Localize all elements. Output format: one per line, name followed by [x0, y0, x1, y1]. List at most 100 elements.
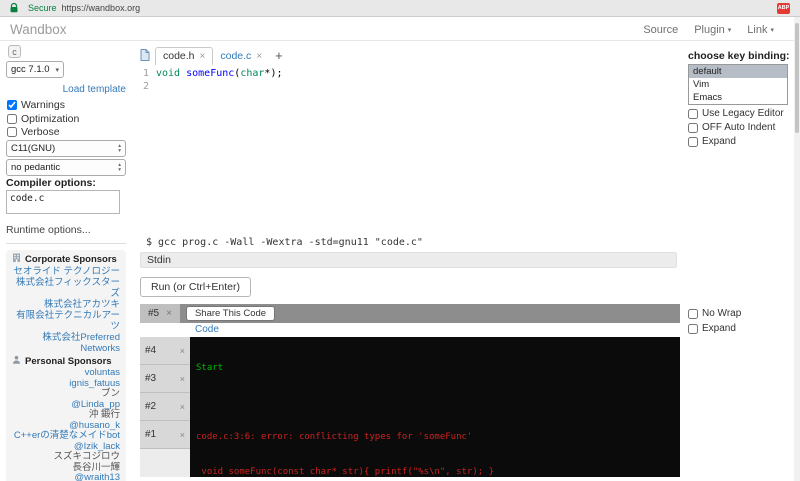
caret-down-icon: ▾	[55, 66, 59, 74]
close-icon[interactable]: ×	[166, 308, 172, 319]
sponsor-link[interactable]: 有限会社テクニカルアーツ	[12, 310, 120, 332]
language-badge: c	[8, 45, 21, 58]
result-tab-current[interactable]: #5 ×	[140, 304, 180, 323]
sponsor-link[interactable]: @wraith13	[12, 473, 120, 481]
select-arrows-icon: ▴▾	[118, 144, 121, 153]
keybinding-label: choose key binding:	[688, 50, 790, 62]
pedantic-select[interactable]: no pedantic ▴▾	[6, 159, 126, 176]
no-wrap-checkbox[interactable]	[688, 309, 698, 319]
sponsor-link[interactable]: voluntas	[12, 368, 120, 379]
keybinding-listbox[interactable]: default Vim Emacs	[688, 64, 788, 105]
person-icon	[12, 355, 21, 367]
building-icon	[12, 253, 21, 265]
optimization-checkbox[interactable]	[7, 114, 17, 124]
compiler-options-input[interactable]: code.c	[6, 190, 120, 214]
file-icon	[140, 49, 150, 61]
close-icon[interactable]: ×	[180, 430, 185, 440]
caret-down-icon: ▾	[728, 26, 732, 34]
code-line: 1 void someFunc(char*);	[140, 67, 680, 80]
page-scrollbar[interactable]	[794, 17, 800, 481]
compiler-select[interactable]: gcc 7.1.0 ▾	[6, 61, 64, 78]
browser-chrome: Secure https://wandbox.org ABP	[0, 0, 800, 17]
legacy-editor-checkbox[interactable]	[688, 109, 698, 119]
no-wrap-row: No Wrap	[688, 308, 741, 319]
nav-source[interactable]: Source	[643, 24, 678, 36]
sponsor-name: 沖 鍛行	[12, 410, 120, 421]
top-nav: Source Plugin▾ Link▾	[643, 24, 774, 36]
compile-command: $ gcc prog.c -Wall -Wextra -std=gnu11 "c…	[146, 237, 423, 248]
verbose-checkbox[interactable]	[7, 127, 17, 137]
compiler-options-label: Compiler options:	[6, 177, 96, 189]
sponsor-name: ブン	[12, 389, 120, 400]
adblock-icon[interactable]: ABP	[777, 3, 790, 14]
line-number: 2	[140, 80, 156, 93]
sponsor-link[interactable]: 株式会社フィックスターズ	[12, 277, 120, 299]
code-editor[interactable]: 1 void someFunc(char*); 2	[140, 65, 680, 232]
verbose-checkbox-row: Verbose	[7, 126, 60, 138]
output-header-bar: #5 × Share This Code	[140, 304, 680, 323]
editor-expand-checkbox[interactable]	[688, 137, 698, 147]
runtime-options-link[interactable]: Runtime options...	[6, 224, 91, 236]
sponsor-link[interactable]: C++erの清楚なメイドbot	[12, 431, 120, 442]
app-header: Wandbox Source Plugin▾ Link▾	[0, 18, 800, 41]
code-line: 2	[140, 80, 680, 93]
code-link-row: Code	[140, 323, 680, 337]
keybinding-option-vim[interactable]: Vim	[689, 78, 787, 91]
result-tab[interactable]: #4×	[140, 337, 190, 365]
result-tab[interactable]: #1×	[140, 421, 190, 449]
editor-tabbar: code.h × code.c × +	[140, 45, 283, 65]
address-bar[interactable]: https://wandbox.org	[62, 3, 141, 13]
page-title: Wandbox	[10, 22, 67, 37]
personal-sponsors-title: Personal Sponsors	[12, 355, 120, 367]
compiler-sidebar: c gcc 7.1.0 ▾ Load template Warnings Opt…	[6, 45, 126, 481]
corporate-sponsors-title: Corporate Sponsors	[12, 253, 120, 265]
line-number: 1	[140, 67, 156, 80]
add-tab-button[interactable]: +	[275, 48, 283, 63]
auto-indent-checkbox[interactable]	[688, 123, 698, 133]
tab-code-h[interactable]: code.h ×	[155, 47, 213, 65]
output-expand-checkbox[interactable]	[688, 324, 698, 334]
close-icon[interactable]: ×	[200, 51, 206, 62]
console-line: void someFunc(const char* str){ printf("…	[196, 467, 674, 478]
padlock-icon	[10, 3, 18, 13]
secure-label: Secure	[28, 3, 57, 13]
auto-indent-row: OFF Auto Indent	[688, 122, 775, 133]
console-line: Start	[196, 363, 674, 375]
sidebar-divider	[6, 243, 126, 244]
console-line	[196, 398, 674, 410]
personal-sponsors-panel: Personal Sponsors voluntas ignis_fatuus …	[6, 352, 126, 481]
tab-code-c[interactable]: code.c ×	[213, 48, 269, 65]
keybinding-option-default[interactable]: default	[689, 65, 787, 78]
warnings-checkbox[interactable]	[7, 100, 17, 110]
nav-plugin[interactable]: Plugin▾	[694, 24, 731, 36]
caret-down-icon: ▾	[770, 26, 774, 34]
nav-link[interactable]: Link▾	[747, 24, 774, 36]
close-icon[interactable]: ×	[180, 402, 185, 412]
stdin-toggle[interactable]: Stdin	[140, 252, 677, 268]
sponsor-link[interactable]: 株式会社Preferred Networks	[12, 332, 120, 354]
select-arrows-icon: ▴▾	[118, 163, 121, 172]
sponsor-link[interactable]: セオライド テクノロジー	[12, 266, 120, 277]
std-version-select[interactable]: C11(GNU) ▴▾	[6, 140, 126, 157]
close-icon[interactable]: ×	[180, 374, 185, 384]
load-template-link[interactable]: Load template	[6, 84, 126, 95]
console-output: Start code.c:3:6: error: conflicting typ…	[190, 337, 680, 477]
result-tab[interactable]: #2×	[140, 393, 190, 421]
code-link[interactable]: Code	[195, 324, 219, 335]
optimization-checkbox-row: Optimization	[7, 113, 79, 125]
console-line: code.c:3:6: error: conflicting types for…	[196, 432, 674, 444]
wandbox-page: Secure https://wandbox.org ABP Wandbox S…	[0, 0, 800, 481]
sponsor-name: スズキコジロウ	[12, 452, 120, 463]
run-button[interactable]: Run (or Ctrl+Enter)	[140, 277, 251, 297]
legacy-editor-row: Use Legacy Editor	[688, 108, 784, 119]
close-icon[interactable]: ×	[256, 51, 262, 62]
sponsor-link[interactable]: 株式会社アカツキ	[12, 299, 120, 310]
result-tab[interactable]: #3×	[140, 365, 190, 393]
close-icon[interactable]: ×	[180, 346, 185, 356]
editor-expand-row: Expand	[688, 136, 736, 147]
share-button[interactable]: Share This Code	[186, 306, 275, 321]
result-history: #4× #3× #2× #1×	[140, 337, 190, 477]
scrollbar-thumb[interactable]	[795, 23, 799, 133]
keybinding-option-emacs[interactable]: Emacs	[689, 91, 787, 104]
output-expand-row: Expand	[688, 323, 736, 334]
